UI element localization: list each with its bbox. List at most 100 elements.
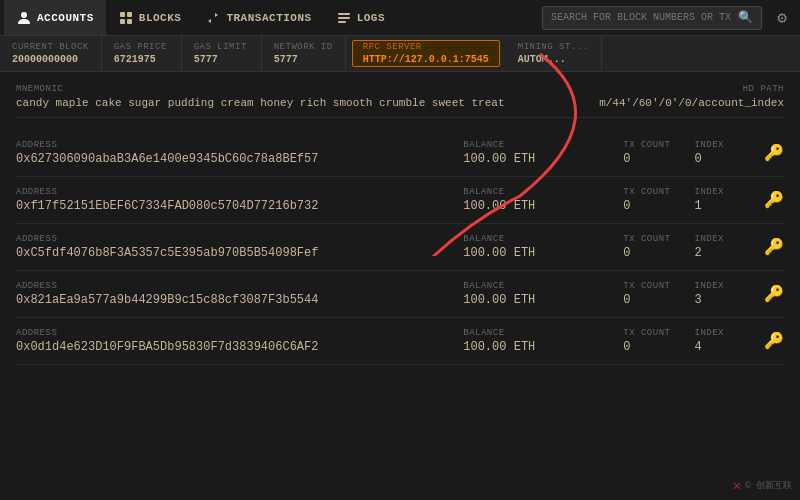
tx-count-section: TX COUNT 0 <box>623 140 670 166</box>
current-block-item: CURRENT BLOCK 20000000000 <box>0 36 102 71</box>
account-address-section: ADDRESS 0xf17f52151EbEF6C7334FAD080c5704… <box>16 187 463 213</box>
account-meta-section: TX COUNT 0 INDEX 0 🔑 <box>623 140 784 166</box>
svg-rect-3 <box>120 19 125 24</box>
current-block-value: 20000000000 <box>12 54 89 65</box>
address-label: ADDRESS <box>16 187 463 197</box>
balance-label: BALANCE <box>463 140 623 150</box>
tx-count-value: 0 <box>623 152 670 166</box>
index-value: 4 <box>694 340 724 354</box>
index-label: INDEX <box>694 328 724 338</box>
account-balance-section: BALANCE 100.00 ETH <box>463 234 623 260</box>
svg-rect-4 <box>127 19 132 24</box>
address-value: 0xf17f52151EbEF6C7334FAD080c5704D77216b7… <box>16 199 463 213</box>
transactions-icon <box>205 10 221 26</box>
address-value: 0xC5fdf4076b8F3A5357c5E395ab970B5B54098F… <box>16 246 463 260</box>
hd-path-section: HD PATH m/44'/60'/0'/0/account_index <box>599 84 784 109</box>
tx-count-label: TX COUNT <box>623 328 670 338</box>
rpc-server-value: HTTP://127.0.0.1:7545 <box>363 54 489 65</box>
account-balance-section: BALANCE 100.00 ETH <box>463 281 623 307</box>
address-value: 0x821aEa9a577a9b44299B9c15c88cf3087F3b55… <box>16 293 463 307</box>
table-row[interactable]: ADDRESS 0xC5fdf4076b8F3A5357c5E395ab970B… <box>16 224 784 271</box>
settings-button[interactable]: ⚙ <box>768 4 796 32</box>
search-icon: 🔍 <box>738 10 753 25</box>
account-balance-section: BALANCE 100.00 ETH <box>463 140 623 166</box>
balance-value: 100.00 ETH <box>463 293 623 307</box>
mnemonic-value: candy maple cake sugar pudding cream hon… <box>16 97 504 109</box>
account-balance-section: BALANCE 100.00 ETH <box>463 187 623 213</box>
tx-count-value: 0 <box>623 199 670 213</box>
gas-limit-label: GAS LIMIT <box>194 42 249 52</box>
address-label: ADDRESS <box>16 328 463 338</box>
svg-rect-2 <box>127 12 132 17</box>
account-address-section: ADDRESS 0x821aEa9a577a9b44299B9c15c88cf3… <box>16 281 463 307</box>
accounts-icon <box>16 10 32 26</box>
gas-price-item: GAS PRICE 6721975 <box>102 36 182 71</box>
balance-value: 100.00 ETH <box>463 246 623 260</box>
mnemonic-row: MNEMONIC candy maple cake sugar pudding … <box>16 84 784 118</box>
index-label: INDEX <box>694 187 724 197</box>
mining-status-item: MINING ST... AUTOM... <box>506 36 602 71</box>
index-section: INDEX 4 <box>694 328 724 354</box>
key-icon[interactable]: 🔑 <box>764 331 784 351</box>
current-block-label: CURRENT BLOCK <box>12 42 89 52</box>
nav-item-transactions[interactable]: Transactions <box>193 0 323 35</box>
nav-logs-label: Logs <box>357 12 385 24</box>
address-value: 0x0d1d4e623D10F9FBA5Db95830F7d3839406C6A… <box>16 340 463 354</box>
gas-price-value: 6721975 <box>114 54 169 65</box>
table-row[interactable]: ADDRESS 0x821aEa9a577a9b44299B9c15c88cf3… <box>16 271 784 318</box>
svg-rect-6 <box>338 17 350 19</box>
key-icon[interactable]: 🔑 <box>764 237 784 257</box>
rpc-server-item: RPC SERVER HTTP://127.0.0.1:7545 <box>352 40 500 67</box>
tx-count-value: 0 <box>623 340 670 354</box>
table-row[interactable]: ADDRESS 0x0d1d4e623D10F9FBA5Db95830F7d38… <box>16 318 784 365</box>
account-balance-section: BALANCE 100.00 ETH <box>463 328 623 354</box>
hd-path-label: HD PATH <box>599 84 784 94</box>
hd-path-value: m/44'/60'/0'/0/account_index <box>599 97 784 109</box>
tx-count-section: TX COUNT 0 <box>623 234 670 260</box>
logs-icon <box>336 10 352 26</box>
account-meta-section: TX COUNT 0 INDEX 2 🔑 <box>623 234 784 260</box>
table-row[interactable]: ADDRESS 0xf17f52151EbEF6C7334FAD080c5704… <box>16 177 784 224</box>
watermark-text: © 创新互联 <box>745 479 792 492</box>
tx-count-section: TX COUNT 0 <box>623 281 670 307</box>
blocks-icon <box>118 10 134 26</box>
nav-item-blocks[interactable]: Blocks <box>106 0 194 35</box>
index-label: INDEX <box>694 281 724 291</box>
account-address-section: ADDRESS 0x627306090abaB3A6e1400e9345bC60… <box>16 140 463 166</box>
mining-status-value: AUTOM... <box>518 54 589 65</box>
gas-limit-item: GAS LIMIT 5777 <box>182 36 262 71</box>
main-content: MNEMONIC candy maple cake sugar pudding … <box>0 72 800 500</box>
svg-rect-7 <box>338 21 346 23</box>
nav-blocks-label: Blocks <box>139 12 182 24</box>
balance-value: 100.00 ETH <box>463 152 623 166</box>
tx-count-label: TX COUNT <box>623 140 670 150</box>
account-meta-section: TX COUNT 0 INDEX 1 🔑 <box>623 187 784 213</box>
key-icon[interactable]: 🔑 <box>764 143 784 163</box>
key-icon[interactable]: 🔑 <box>764 284 784 304</box>
mining-status-label: MINING ST... <box>518 42 589 52</box>
network-id-item: NETWORK ID 5777 <box>262 36 346 71</box>
table-row[interactable]: ADDRESS 0x627306090abaB3A6e1400e9345bC60… <box>16 130 784 177</box>
nav-item-accounts[interactable]: Accounts <box>4 0 106 35</box>
balance-value: 100.00 ETH <box>463 199 623 213</box>
index-value: 0 <box>694 152 724 166</box>
search-bar[interactable]: 🔍 <box>542 6 762 30</box>
address-value: 0x627306090abaB3A6e1400e9345bC60c78a8BEf… <box>16 152 463 166</box>
index-section: INDEX 3 <box>694 281 724 307</box>
address-label: ADDRESS <box>16 140 463 150</box>
balance-label: BALANCE <box>463 234 623 244</box>
index-label: INDEX <box>694 140 724 150</box>
address-label: ADDRESS <box>16 281 463 291</box>
index-section: INDEX 2 <box>694 234 724 260</box>
rpc-server-label: RPC SERVER <box>363 42 489 52</box>
network-id-value: 5777 <box>274 54 333 65</box>
gas-limit-value: 5777 <box>194 54 249 65</box>
account-address-section: ADDRESS 0x0d1d4e623D10F9FBA5Db95830F7d38… <box>16 328 463 354</box>
key-icon[interactable]: 🔑 <box>764 190 784 210</box>
tx-count-label: TX COUNT <box>623 187 670 197</box>
tx-count-label: TX COUNT <box>623 234 670 244</box>
mnemonic-label: MNEMONIC <box>16 84 504 94</box>
search-input[interactable] <box>551 12 738 23</box>
nav-item-logs[interactable]: Logs <box>324 0 397 35</box>
status-bar: CURRENT BLOCK 20000000000 GAS PRICE 6721… <box>0 36 800 72</box>
